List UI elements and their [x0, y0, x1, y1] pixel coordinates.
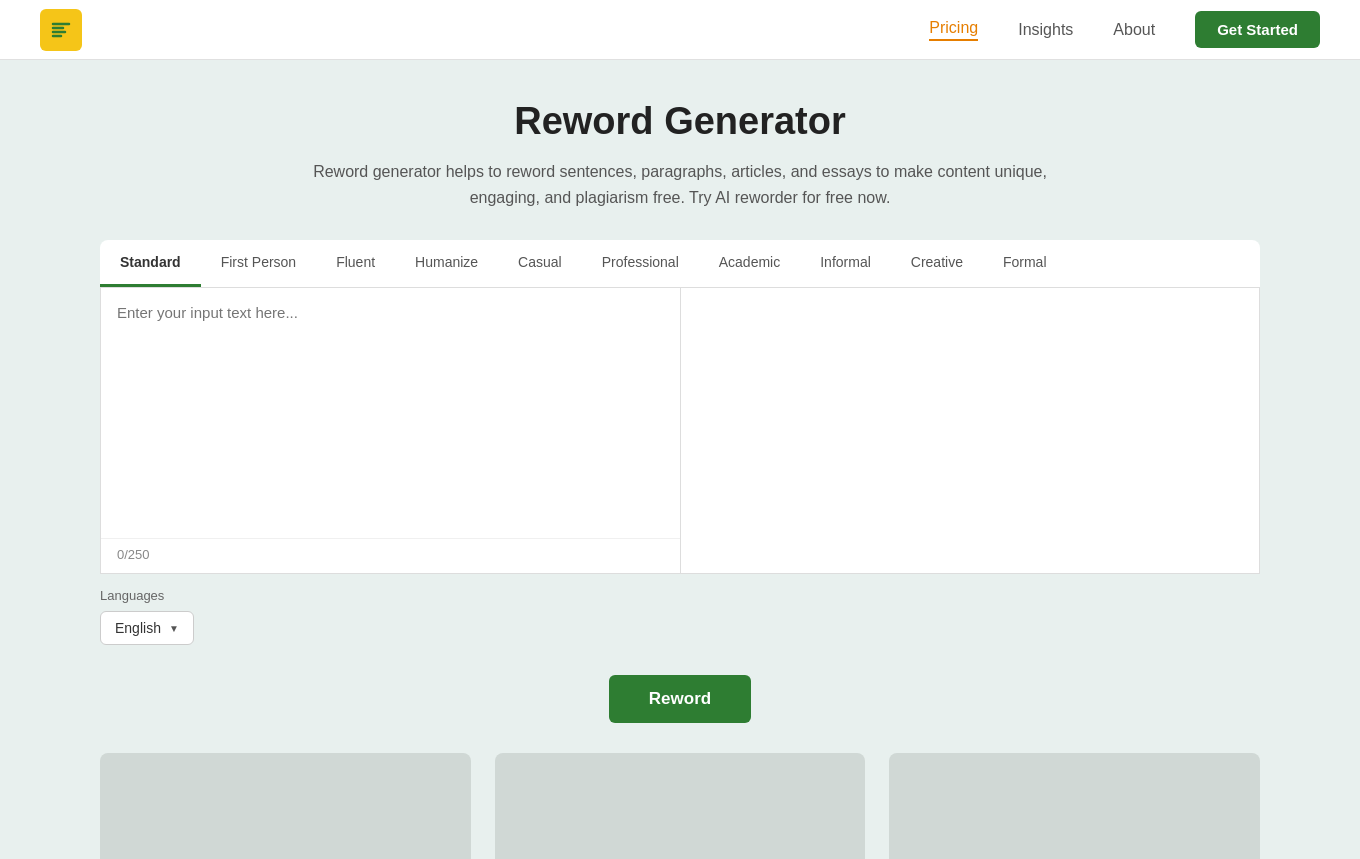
char-count: 0/250	[101, 538, 680, 570]
get-started-button[interactable]: Get Started	[1195, 11, 1320, 48]
tab-formal[interactable]: Formal	[983, 240, 1067, 287]
language-selected: English	[115, 620, 161, 636]
cards-section	[100, 743, 1260, 859]
main-content: Reword Generator Reword generator helps …	[80, 60, 1280, 859]
tab-academic[interactable]: Academic	[699, 240, 800, 287]
languages-label: Languages	[100, 588, 1260, 603]
tab-creative[interactable]: Creative	[891, 240, 983, 287]
languages-section: Languages English ▼	[100, 574, 1260, 655]
page-subtitle: Reword generator helps to reword sentenc…	[100, 159, 1260, 210]
logo[interactable]	[40, 9, 82, 51]
input-pane: 0/250	[101, 288, 681, 573]
chevron-down-icon: ▼	[169, 623, 179, 634]
nav-links: Pricing Insights About Get Started	[929, 11, 1320, 48]
tab-humanize[interactable]: Humanize	[395, 240, 498, 287]
card-3	[889, 753, 1260, 859]
nav-about[interactable]: About	[1113, 21, 1155, 39]
nav-insights[interactable]: Insights	[1018, 21, 1073, 39]
logo-icon	[40, 9, 82, 51]
reword-button[interactable]: Reword	[609, 675, 751, 723]
tab-fluent[interactable]: Fluent	[316, 240, 395, 287]
tabs-container: Standard First Person Fluent Humanize Ca…	[100, 240, 1260, 288]
page-title: Reword Generator	[100, 100, 1260, 143]
output-pane	[681, 288, 1260, 573]
card-1	[100, 753, 471, 859]
tab-standard[interactable]: Standard	[100, 240, 201, 287]
reword-btn-container: Reword	[100, 655, 1260, 743]
tab-professional[interactable]: Professional	[582, 240, 699, 287]
editor-section: 0/250	[100, 288, 1260, 574]
tab-first-person[interactable]: First Person	[201, 240, 316, 287]
tab-casual[interactable]: Casual	[498, 240, 582, 287]
input-textarea[interactable]	[101, 288, 680, 538]
navbar: Pricing Insights About Get Started	[0, 0, 1360, 60]
card-2	[495, 753, 866, 859]
language-dropdown[interactable]: English ▼	[100, 611, 194, 645]
nav-pricing[interactable]: Pricing	[929, 19, 978, 41]
tab-informal[interactable]: Informal	[800, 240, 891, 287]
